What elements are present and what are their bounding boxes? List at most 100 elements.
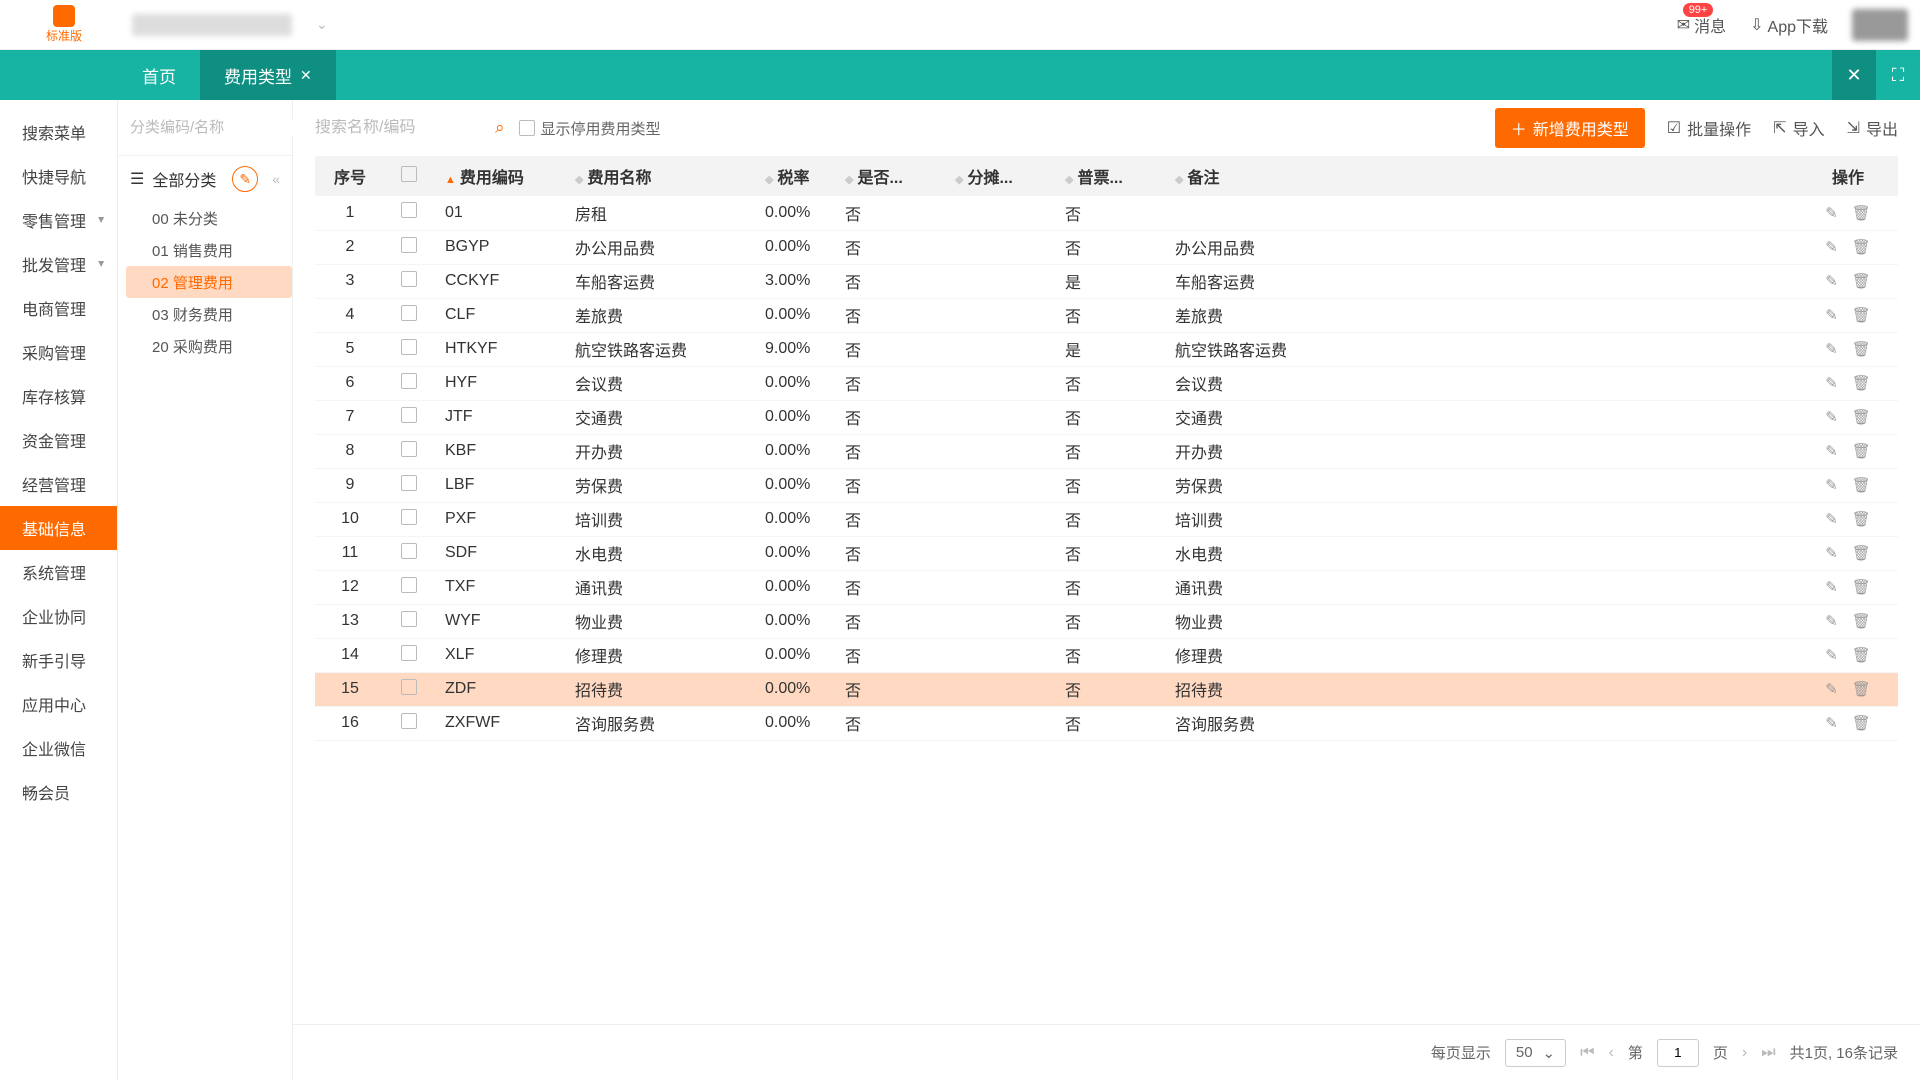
edit-row-icon[interactable]: ✎ <box>1825 272 1838 290</box>
new-expense-type-button[interactable]: ＋ 新增费用类型 <box>1495 108 1645 148</box>
app-download-button[interactable]: ⇩ App下载 <box>1750 13 1828 37</box>
delete-row-icon[interactable]: 🗑 <box>1852 544 1871 562</box>
tab-home[interactable]: 首页 <box>118 50 200 100</box>
cell-select[interactable] <box>385 502 433 536</box>
edit-category-button[interactable]: ✎ <box>232 166 258 192</box>
table-row[interactable]: 5HTKYF航空铁路客运费9.00%否是航空铁路客运费 ✎ 🗑 <box>315 332 1898 366</box>
category-item[interactable]: 02 管理费用 <box>126 266 292 298</box>
cell-select[interactable] <box>385 468 433 502</box>
company-caret-icon[interactable]: ⌄ <box>316 16 328 33</box>
delete-row-icon[interactable]: 🗑 <box>1852 510 1871 528</box>
cell-select[interactable] <box>385 400 433 434</box>
col-is[interactable]: ◆是否... <box>833 156 943 196</box>
table-row[interactable]: 3CCKYF车船客运费3.00%否是车船客运费 ✎ 🗑 <box>315 264 1898 298</box>
table-row[interactable]: 4CLF差旅费0.00%否否差旅费 ✎ 🗑 <box>315 298 1898 332</box>
col-share[interactable]: ◆分摊... <box>943 156 1053 196</box>
sidebar-item-guide[interactable]: 新手引导 <box>0 638 117 682</box>
table-row[interactable]: 2BGYP办公用品费0.00%否否办公用品费 ✎ 🗑 <box>315 230 1898 264</box>
export-button[interactable]: ⇲ 导出 <box>1847 116 1898 140</box>
cell-select[interactable] <box>385 366 433 400</box>
cell-select[interactable] <box>385 536 433 570</box>
cell-select[interactable] <box>385 638 433 672</box>
fullscreen-button[interactable]: ⛶ <box>1876 50 1920 100</box>
table-row[interactable]: 14XLF修理费0.00%否否修理费 ✎ 🗑 <box>315 638 1898 672</box>
delete-row-icon[interactable]: 🗑 <box>1852 306 1871 324</box>
pager-last-button[interactable]: ⏭ <box>1761 1044 1775 1062</box>
edit-row-icon[interactable]: ✎ <box>1825 408 1838 426</box>
col-ticket[interactable]: ◆普票... <box>1053 156 1163 196</box>
sidebar-item-apps[interactable]: 应用中心 <box>0 682 117 726</box>
edit-row-icon[interactable]: ✎ <box>1825 714 1838 732</box>
sidebar-item-collab[interactable]: 企业协同 <box>0 594 117 638</box>
sidebar-item-system[interactable]: 系统管理 <box>0 550 117 594</box>
table-row[interactable]: 6HYF会议费0.00%否否会议费 ✎ 🗑 <box>315 366 1898 400</box>
collapse-panel-icon[interactable]: « <box>272 171 280 187</box>
delete-row-icon[interactable]: 🗑 <box>1852 238 1871 256</box>
sidebar-item-basic-info[interactable]: 基础信息 <box>0 506 117 550</box>
edit-row-icon[interactable]: ✎ <box>1825 510 1838 528</box>
col-name[interactable]: ◆费用名称 <box>563 156 753 196</box>
category-item[interactable]: 00 未分类 <box>126 202 292 234</box>
delete-row-icon[interactable]: 🗑 <box>1852 680 1871 698</box>
cell-select[interactable] <box>385 264 433 298</box>
sidebar-item-wholesale[interactable]: 批发管理 <box>0 242 117 286</box>
edit-row-icon[interactable]: ✎ <box>1825 476 1838 494</box>
sidebar-item-vip[interactable]: 畅会员 <box>0 770 117 814</box>
table-row[interactable]: 10PXF培训费0.00%否否培训费 ✎ 🗑 <box>315 502 1898 536</box>
table-row[interactable]: 13WYF物业费0.00%否否物业费 ✎ 🗑 <box>315 604 1898 638</box>
pager-prev-button[interactable]: ‹ <box>1609 1044 1614 1062</box>
category-item[interactable]: 03 财务费用 <box>126 298 292 330</box>
batch-button[interactable]: ☑ 批量操作 <box>1667 116 1751 140</box>
col-index[interactable]: 序号 <box>315 156 385 196</box>
cell-select[interactable] <box>385 332 433 366</box>
delete-row-icon[interactable]: 🗑 <box>1852 646 1871 664</box>
company-selector[interactable] <box>132 14 292 36</box>
cell-select[interactable] <box>385 604 433 638</box>
edit-row-icon[interactable]: ✎ <box>1825 340 1838 358</box>
edit-row-icon[interactable]: ✎ <box>1825 544 1838 562</box>
delete-row-icon[interactable]: 🗑 <box>1852 204 1871 222</box>
col-select[interactable] <box>385 156 433 196</box>
table-row[interactable]: 15ZDF招待费0.00%否否招待费 ✎ 🗑 <box>315 672 1898 706</box>
pager-first-button[interactable]: ⏮ <box>1580 1044 1594 1062</box>
sidebar-item-ecommerce[interactable]: 电商管理 <box>0 286 117 330</box>
edit-row-icon[interactable]: ✎ <box>1825 374 1838 392</box>
sidebar-item-wechat-work[interactable]: 企业微信 <box>0 726 117 770</box>
sidebar-item-capital[interactable]: 资金管理 <box>0 418 117 462</box>
per-page-select[interactable]: 50 ⌄ <box>1505 1039 1566 1067</box>
table-row[interactable]: 12TXF通讯费0.00%否否通讯费 ✎ 🗑 <box>315 570 1898 604</box>
table-row[interactable]: 9LBF劳保费0.00%否否劳保费 ✎ 🗑 <box>315 468 1898 502</box>
edit-row-icon[interactable]: ✎ <box>1825 646 1838 664</box>
brand-logo[interactable]: 标准版 <box>12 5 116 44</box>
cell-select[interactable] <box>385 298 433 332</box>
delete-row-icon[interactable]: 🗑 <box>1852 340 1871 358</box>
cell-select[interactable] <box>385 196 433 230</box>
category-item[interactable]: 01 销售费用 <box>126 234 292 266</box>
table-row[interactable]: 16ZXFWF咨询服务费0.00%否否咨询服务费 ✎ 🗑 <box>315 706 1898 740</box>
tabbar-close-button[interactable]: ✕ <box>1832 50 1876 100</box>
sidebar-item-purchase[interactable]: 采购管理 <box>0 330 117 374</box>
sidebar-item-search-menu[interactable]: 搜索菜单 <box>0 110 117 154</box>
delete-row-icon[interactable]: 🗑 <box>1852 578 1871 596</box>
show-disabled-checkbox[interactable]: 显示停用费用类型 <box>519 118 661 139</box>
delete-row-icon[interactable]: 🗑 <box>1852 612 1871 630</box>
table-row[interactable]: 11SDF水电费0.00%否否水电费 ✎ 🗑 <box>315 536 1898 570</box>
delete-row-icon[interactable]: 🗑 <box>1852 442 1871 460</box>
search-icon[interactable]: ⌕ <box>495 118 505 138</box>
edit-row-icon[interactable]: ✎ <box>1825 578 1838 596</box>
delete-row-icon[interactable]: 🗑 <box>1852 272 1871 290</box>
edit-row-icon[interactable]: ✎ <box>1825 442 1838 460</box>
cell-select[interactable] <box>385 434 433 468</box>
sidebar-item-retail-mgmt[interactable]: 零售管理 <box>0 198 117 242</box>
page-input[interactable] <box>1657 1039 1699 1067</box>
delete-row-icon[interactable]: 🗑 <box>1852 714 1871 732</box>
delete-row-icon[interactable]: 🗑 <box>1852 374 1871 392</box>
category-item[interactable]: 20 采购费用 <box>126 330 292 362</box>
table-row[interactable]: 101房租0.00%否否 ✎ 🗑 <box>315 196 1898 230</box>
cell-select[interactable] <box>385 230 433 264</box>
cell-select[interactable] <box>385 570 433 604</box>
messages-button[interactable]: 99+ ✉ 消息 <box>1677 13 1726 37</box>
table-row[interactable]: 8KBF开办费0.00%否否开办费 ✎ 🗑 <box>315 434 1898 468</box>
cell-select[interactable] <box>385 706 433 740</box>
edit-row-icon[interactable]: ✎ <box>1825 204 1838 222</box>
